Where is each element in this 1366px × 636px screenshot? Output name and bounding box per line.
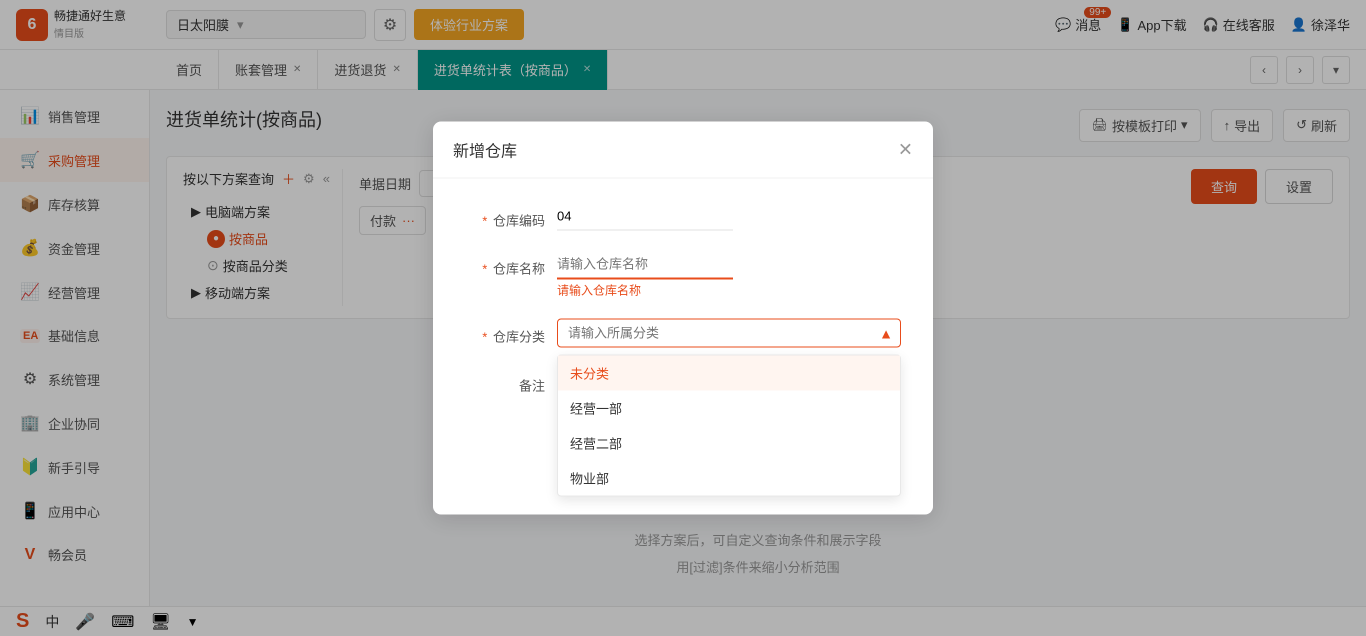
name-label: * 仓库名称 bbox=[465, 251, 545, 278]
dropdown-item-dept1[interactable]: 经营一部 bbox=[558, 391, 900, 426]
modal-close-button[interactable]: ✕ bbox=[898, 139, 913, 160]
dropdown-item-dept3[interactable]: 物业部 bbox=[558, 461, 900, 496]
code-input[interactable] bbox=[557, 203, 733, 231]
name-label-text: 仓库名称 bbox=[493, 262, 545, 277]
name-input-wrap: 请输入仓库名称 bbox=[557, 251, 901, 299]
dropdown-item-none[interactable]: 未分类 bbox=[558, 356, 900, 391]
classify-input[interactable] bbox=[557, 319, 901, 348]
add-warehouse-modal: 新增仓库 ✕ * 仓库编码 * 仓库名称 请输入仓库名称 bbox=[433, 122, 933, 515]
required-star-code: * bbox=[482, 214, 487, 229]
name-error-msg: 请输入仓库名称 bbox=[557, 282, 901, 299]
modal-title: 新增仓库 bbox=[453, 138, 517, 162]
required-star-classify: * bbox=[482, 330, 487, 345]
modal-header: 新增仓库 ✕ bbox=[433, 122, 933, 179]
dropdown-item-dept2[interactable]: 经营二部 bbox=[558, 426, 900, 461]
form-row-code: * 仓库编码 bbox=[465, 203, 901, 231]
required-star-name: * bbox=[482, 262, 487, 277]
classify-label-text: 仓库分类 bbox=[493, 330, 545, 345]
code-label-text: 仓库编码 bbox=[493, 214, 545, 229]
modal-body: * 仓库编码 * 仓库名称 请输入仓库名称 * 仓库分类 bbox=[433, 179, 933, 448]
code-input-wrap bbox=[557, 203, 901, 231]
remark-label: 备注 bbox=[465, 368, 545, 395]
classify-input-wrap: ▲ 未分类 经营一部 经营二部 物业部 bbox=[557, 319, 901, 348]
form-row-name: * 仓库名称 请输入仓库名称 bbox=[465, 251, 901, 299]
classify-label: * 仓库分类 bbox=[465, 319, 545, 346]
code-label: * 仓库编码 bbox=[465, 203, 545, 230]
name-input[interactable] bbox=[557, 251, 733, 280]
form-row-classify: * 仓库分类 ▲ 未分类 经营一部 经营二部 物业部 bbox=[465, 319, 901, 348]
classify-dropdown-list: 未分类 经营一部 经营二部 物业部 bbox=[557, 355, 901, 497]
